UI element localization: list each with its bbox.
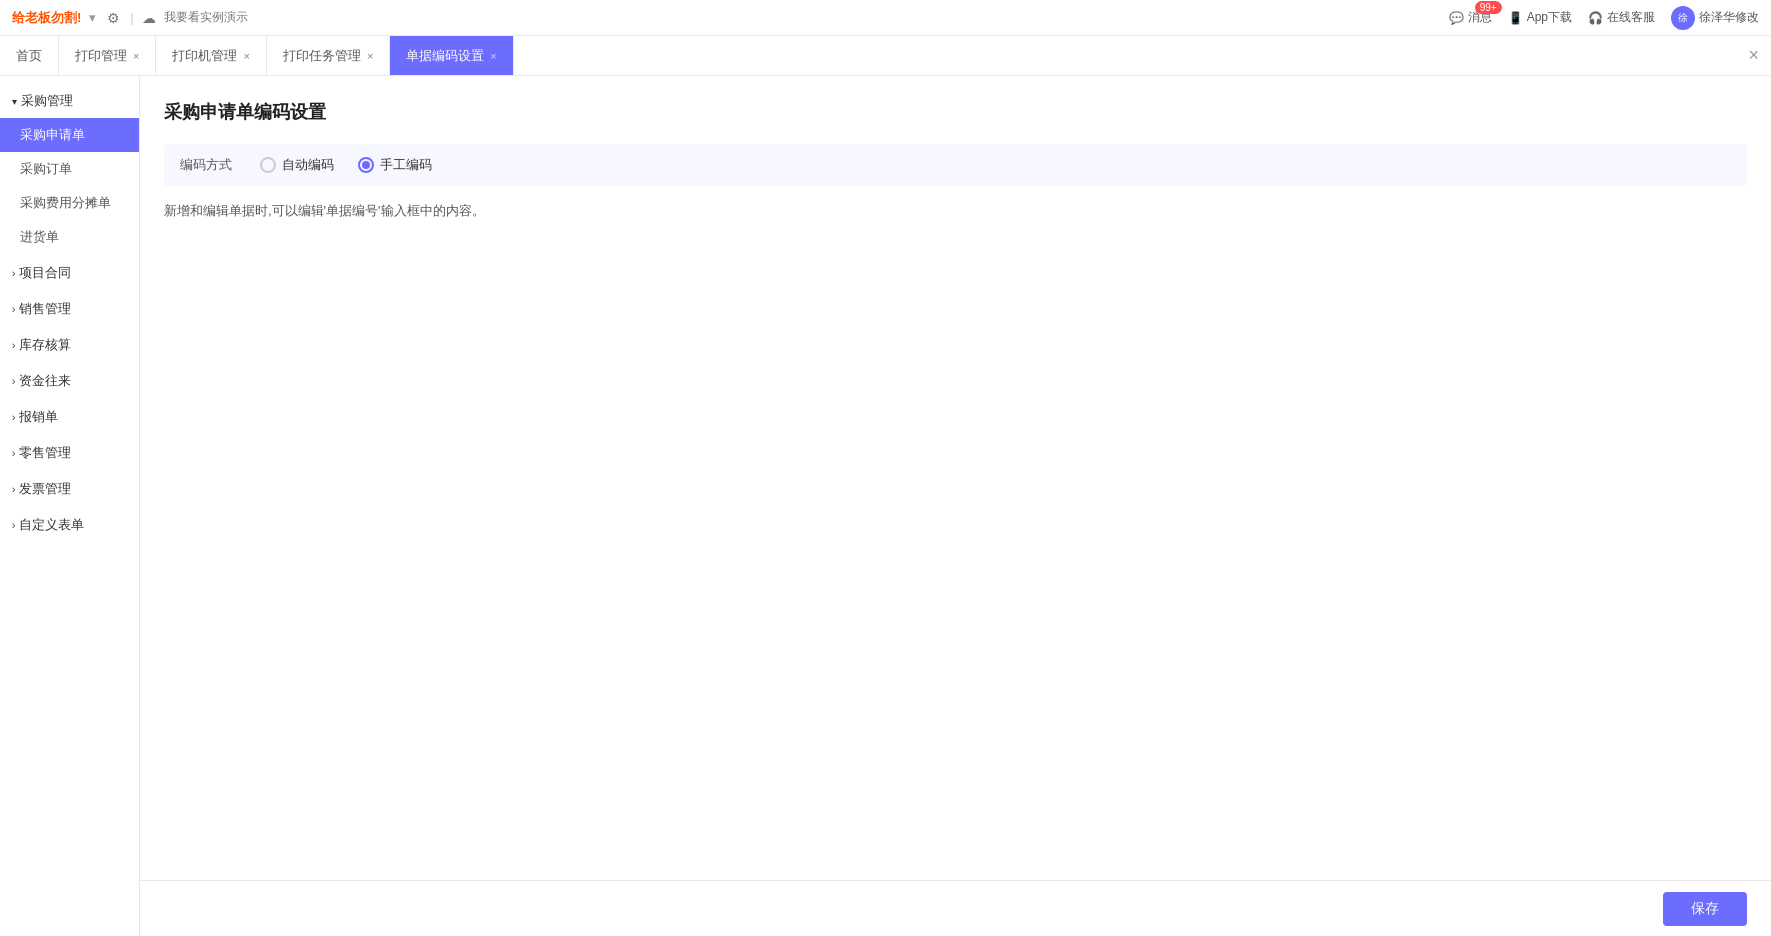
tab-barcode-setting-label: 单据编码设置	[406, 47, 484, 65]
radio-manual[interactable]: 手工编码	[358, 156, 432, 174]
sidebar-item-purchase-order[interactable]: 采购订单	[0, 152, 139, 186]
cloud-icon: ☁	[142, 10, 156, 26]
sidebar-item-purchase-apply[interactable]: 采购申请单	[0, 118, 139, 152]
invoice-arrow: ›	[12, 484, 15, 495]
form-row-encoding: 编码方式 自动编码 手工编码	[164, 144, 1747, 186]
finance-group-label: 资金往来	[19, 372, 71, 390]
radio-auto-label: 自动编码	[282, 156, 334, 174]
sales-group-label: 销售管理	[19, 300, 71, 318]
sidebar-group-finance: › 资金往来	[0, 364, 139, 398]
settings-icon[interactable]: ⚙	[104, 9, 122, 27]
sidebar-item-purchase-apply-label: 采购申请单	[20, 127, 85, 142]
app-download-btn[interactable]: 📱 App下载	[1508, 9, 1572, 26]
radio-auto[interactable]: 自动编码	[260, 156, 334, 174]
sidebar-group-sales-title[interactable]: › 销售管理	[0, 292, 139, 326]
sidebar-item-purchase-order-label: 采购订单	[20, 161, 72, 176]
radio-auto-circle[interactable]	[260, 157, 276, 173]
retail-group-label: 零售管理	[19, 444, 71, 462]
sidebar-group-retail: › 零售管理	[0, 436, 139, 470]
avatar: 徐	[1671, 6, 1695, 30]
sidebar-group-inventory: › 库存核算	[0, 328, 139, 362]
sidebar-group-return-title[interactable]: › 报销单	[0, 400, 139, 434]
tab-print-task-close[interactable]: ×	[367, 50, 373, 62]
notification-btn[interactable]: 💬 消息 99+	[1449, 9, 1492, 26]
tab-bar: 首页 打印管理 × 打印机管理 × 打印任务管理 × 单据编码设置 × ×	[0, 36, 1771, 76]
sidebar-group-inventory-title[interactable]: › 库存核算	[0, 328, 139, 362]
custom-arrow: ›	[12, 520, 15, 531]
sidebar-group-custom: › 自定义表单	[0, 508, 139, 542]
username: 徐泽华修改	[1699, 9, 1759, 26]
return-arrow: ›	[12, 412, 15, 423]
sidebar-item-purchase-expense-label: 采购费用分摊单	[20, 195, 111, 210]
tab-print-task-label: 打印任务管理	[283, 47, 361, 65]
sidebar-group-custom-title[interactable]: › 自定义表单	[0, 508, 139, 542]
sidebar-group-invoice: › 发票管理	[0, 472, 139, 506]
online-service-btn[interactable]: 🎧 在线客服	[1588, 9, 1655, 26]
tab-barcode-setting[interactable]: 单据编码设置 ×	[390, 36, 513, 75]
project-arrow: ›	[12, 268, 15, 279]
finance-arrow: ›	[12, 376, 15, 387]
tab-printer-manage-label: 打印机管理	[172, 47, 237, 65]
sidebar-group-purchase: ▾ 采购管理 采购申请单 采购订单 采购费用分摊单 进货单	[0, 84, 139, 254]
sidebar-item-goods-in[interactable]: 进货单	[0, 220, 139, 254]
headset-icon: 🎧	[1588, 11, 1603, 25]
sidebar-group-finance-title[interactable]: › 资金往来	[0, 364, 139, 398]
dropdown-icon[interactable]: ▾	[89, 10, 96, 25]
sidebar-item-goods-in-label: 进货单	[20, 229, 59, 244]
tab-home-label: 首页	[16, 47, 42, 65]
divider: |	[130, 10, 133, 25]
project-group-label: 项目合同	[19, 264, 71, 282]
sales-arrow: ›	[12, 304, 15, 315]
sidebar-item-purchase-expense[interactable]: 采购费用分摊单	[0, 186, 139, 220]
sidebar-group-return: › 报销单	[0, 400, 139, 434]
top-bar-left: 给老板勿割! ▾ ⚙ | ☁ 我要看实例演示	[12, 9, 248, 27]
sidebar: ▾ 采购管理 采购申请单 采购订单 采购费用分摊单 进货单 › 项目合同	[0, 76, 140, 936]
tab-printer-manage[interactable]: 打印机管理 ×	[156, 36, 266, 75]
purchase-arrow: ▾	[12, 96, 17, 107]
save-button[interactable]: 保存	[1663, 892, 1747, 926]
page-title: 采购申请单编码设置	[164, 100, 1747, 124]
retail-arrow: ›	[12, 448, 15, 459]
sidebar-group-purchase-title[interactable]: ▾ 采购管理	[0, 84, 139, 118]
user-profile-btn[interactable]: 徐 徐泽华修改	[1671, 6, 1759, 30]
inventory-group-label: 库存核算	[19, 336, 71, 354]
radio-manual-label: 手工编码	[380, 156, 432, 174]
tab-home[interactable]: 首页	[0, 36, 59, 75]
top-bar: 给老板勿割! ▾ ⚙ | ☁ 我要看实例演示 💬 消息 99+ 📱 App下载 …	[0, 0, 1771, 36]
sidebar-group-project: › 项目合同	[0, 256, 139, 290]
main-layout: ▾ 采购管理 采购申请单 采购订单 采购费用分摊单 进货单 › 项目合同	[0, 76, 1771, 936]
inventory-arrow: ›	[12, 340, 15, 351]
tab-barcode-setting-close[interactable]: ×	[490, 50, 496, 62]
tab-print-manage-label: 打印管理	[75, 47, 127, 65]
app-download-label: App下载	[1527, 9, 1572, 26]
sidebar-group-invoice-title[interactable]: › 发票管理	[0, 472, 139, 506]
invoice-group-label: 发票管理	[19, 480, 71, 498]
return-group-label: 报销单	[19, 408, 58, 426]
hint-text: 新增和编辑单据时,可以编辑'单据编号'输入框中的内容。	[164, 202, 1747, 220]
sidebar-group-project-title[interactable]: › 项目合同	[0, 256, 139, 290]
purchase-group-label: 采购管理	[21, 92, 73, 110]
custom-group-label: 自定义表单	[19, 516, 84, 534]
tab-printer-manage-close[interactable]: ×	[243, 50, 249, 62]
radio-manual-circle[interactable]	[358, 157, 374, 173]
radio-group-encoding: 自动编码 手工编码	[260, 156, 432, 174]
content-body: 采购申请单编码设置 编码方式 自动编码 手工编码 新增和编辑单据时,可以编辑'单…	[140, 76, 1771, 880]
form-label-encoding: 编码方式	[180, 156, 260, 174]
tab-bar-close[interactable]: ×	[1736, 45, 1771, 66]
message-icon: 💬	[1449, 11, 1464, 25]
phone-icon: 📱	[1508, 11, 1523, 25]
tab-print-manage[interactable]: 打印管理 ×	[59, 36, 156, 75]
tab-print-manage-close[interactable]: ×	[133, 50, 139, 62]
logo-text: 给老板勿割!	[12, 9, 81, 27]
content: 采购申请单编码设置 编码方式 自动编码 手工编码 新增和编辑单据时,可以编辑'单…	[140, 76, 1771, 936]
tab-print-task[interactable]: 打印任务管理 ×	[267, 36, 390, 75]
top-bar-right: 💬 消息 99+ 📱 App下载 🎧 在线客服 徐 徐泽华修改	[1449, 6, 1759, 30]
online-service-label: 在线客服	[1607, 9, 1655, 26]
content-footer: 保存	[140, 880, 1771, 936]
sidebar-group-sales: › 销售管理	[0, 292, 139, 326]
search-placeholder-text[interactable]: 我要看实例演示	[164, 9, 248, 26]
sidebar-group-retail-title[interactable]: › 零售管理	[0, 436, 139, 470]
notification-count: 99+	[1475, 1, 1502, 14]
